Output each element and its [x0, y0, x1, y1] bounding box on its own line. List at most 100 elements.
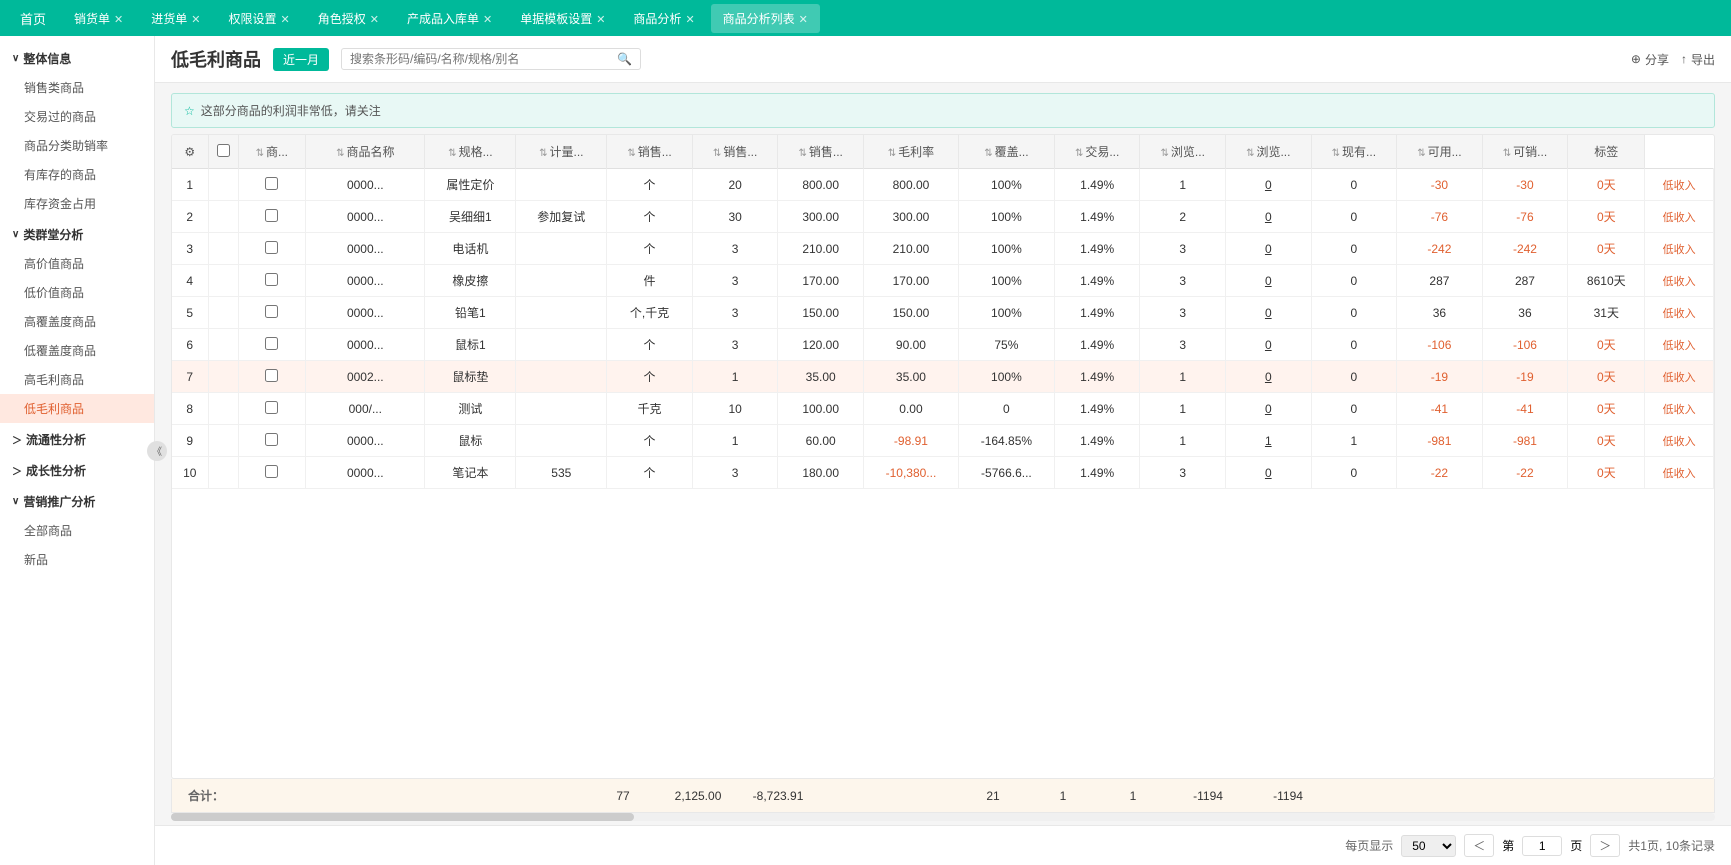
row-checkbox-input[interactable] — [265, 273, 278, 286]
nav-product-entry[interactable]: 产成品入库单✕ — [395, 4, 504, 33]
col-spec[interactable]: ⇅规格... — [425, 135, 516, 169]
row-checkbox[interactable] — [238, 169, 306, 201]
sidebar-item-high-coverage[interactable]: 高覆盖度商品 — [0, 307, 154, 336]
close-role-icon[interactable]: ✕ — [370, 14, 379, 26]
col-gross-margin[interactable]: ⇅毛利率 — [863, 135, 958, 169]
row-checkbox[interactable] — [238, 425, 306, 457]
col-available[interactable]: ⇅可用... — [1397, 135, 1483, 169]
row-checkbox[interactable] — [238, 201, 306, 233]
row-checkbox-input[interactable] — [265, 337, 278, 350]
row-browse1[interactable]: 0 — [1226, 393, 1312, 425]
row-checkbox-input[interactable] — [265, 465, 278, 478]
nav-permission[interactable]: 权限设置✕ — [216, 4, 301, 33]
sidebar-item-high-value[interactable]: 高价值商品 — [0, 249, 154, 278]
page-size-select[interactable]: 50 20 100 — [1401, 835, 1456, 857]
sidebar-item-stock-goods[interactable]: 有库存的商品 — [0, 160, 154, 189]
col-settings[interactable]: ⚙ — [172, 135, 208, 169]
row-checkbox[interactable] — [238, 361, 306, 393]
row-browse1[interactable]: 1 — [1226, 425, 1312, 457]
col-sales-profit[interactable]: ⇅销售... — [778, 135, 864, 169]
sidebar-item-low-value[interactable]: 低价值商品 — [0, 278, 154, 307]
row-browse1[interactable]: 0 — [1226, 201, 1312, 233]
row-settings — [208, 169, 238, 201]
close-template-icon[interactable]: ✕ — [596, 14, 605, 26]
col-unit[interactable]: ⇅计量... — [516, 135, 607, 169]
close-sales-icon[interactable]: ✕ — [114, 14, 123, 26]
col-coverage[interactable]: ⇅覆盖... — [958, 135, 1054, 169]
sidebar-toggle-btn[interactable]: 《 — [147, 441, 167, 461]
row-browse1[interactable]: 0 — [1226, 233, 1312, 265]
sidebar-group-marketing-title[interactable]: ∨ 营销推广分析 — [0, 487, 154, 516]
next-page-btn[interactable]: ＞ — [1590, 834, 1620, 857]
row-tag: 低收入 — [1645, 361, 1714, 393]
row-checkbox[interactable] — [238, 329, 306, 361]
export-btn[interactable]: ↑ 导出 — [1681, 51, 1715, 68]
horizontal-scrollbar[interactable] — [171, 813, 1715, 821]
filter-period-btn[interactable]: 近一月 — [273, 48, 329, 71]
col-checkbox[interactable] — [208, 135, 238, 169]
sidebar-group-circulation-title[interactable]: ＞ 流通性分析 — [0, 425, 154, 454]
col-name[interactable]: ⇅商品名称 — [306, 135, 425, 169]
row-unit: 个,千克 — [607, 297, 693, 329]
row-checkbox-input[interactable] — [265, 177, 278, 190]
sidebar-item-category-rate[interactable]: 商品分类助销率 — [0, 131, 154, 160]
sidebar-item-new-goods[interactable]: 新品 — [0, 545, 154, 574]
row-browse1[interactable]: 0 — [1226, 265, 1312, 297]
sidebar-group-overall-title[interactable]: ∨ 整体信息 — [0, 44, 154, 73]
nav-purchase[interactable]: 进货单✕ — [139, 4, 212, 33]
col-tag[interactable]: 标签 — [1568, 135, 1645, 169]
sidebar-group-growth-title[interactable]: ＞ 成长性分析 — [0, 456, 154, 485]
nav-goods-analysis-list[interactable]: 商品分析列表✕ — [711, 4, 820, 33]
row-checkbox[interactable] — [238, 233, 306, 265]
row-checkbox-input[interactable] — [265, 369, 278, 382]
share-btn[interactable]: ⊕ 分享 — [1631, 51, 1669, 68]
col-sales-amount[interactable]: ⇅销售... — [692, 135, 778, 169]
close-goods-analysis-list-icon[interactable]: ✕ — [799, 14, 808, 26]
close-purchase-icon[interactable]: ✕ — [191, 14, 200, 26]
row-checkbox-input[interactable] — [265, 433, 278, 446]
sidebar-item-stock-funds[interactable]: 库存资金占用 — [0, 189, 154, 218]
col-current[interactable]: ⇅现有... — [1311, 135, 1397, 169]
select-all-checkbox[interactable] — [217, 144, 230, 157]
row-checkbox-input[interactable] — [265, 209, 278, 222]
col-sellable[interactable]: ⇅可销... — [1482, 135, 1568, 169]
close-product-entry-icon[interactable]: ✕ — [483, 14, 492, 26]
table-container[interactable]: ⚙ ⇅商... ⇅商品名称 ⇅规格... ⇅计量... ⇅销售... ⇅销售..… — [171, 134, 1715, 779]
nav-template[interactable]: 单据模板设置✕ — [508, 4, 617, 33]
nav-role[interactable]: 角色授权✕ — [306, 4, 391, 33]
scrollbar-thumb[interactable] — [171, 813, 634, 821]
row-checkbox-input[interactable] — [265, 241, 278, 254]
sidebar-item-all-goods[interactable]: 全部商品 — [0, 516, 154, 545]
sidebar-item-sales-goods[interactable]: 销售类商品 — [0, 73, 154, 102]
close-permission-icon[interactable]: ✕ — [281, 14, 290, 26]
row-browse1[interactable]: 0 — [1226, 297, 1312, 329]
col-browse2[interactable]: ⇅浏览... — [1226, 135, 1312, 169]
col-transaction[interactable]: ⇅交易... — [1054, 135, 1140, 169]
nav-home[interactable]: 首页 — [8, 3, 58, 34]
row-checkbox[interactable] — [238, 297, 306, 329]
row-browse1[interactable]: 0 — [1226, 457, 1312, 489]
prev-page-btn[interactable]: ＜ — [1464, 834, 1494, 857]
row-checkbox[interactable] — [238, 393, 306, 425]
row-browse1[interactable]: 0 — [1226, 329, 1312, 361]
col-browse1[interactable]: ⇅浏览... — [1140, 135, 1226, 169]
row-checkbox[interactable] — [238, 265, 306, 297]
row-browse1[interactable]: 0 — [1226, 361, 1312, 393]
col-code[interactable]: ⇅商... — [238, 135, 306, 169]
search-icon[interactable]: 🔍 — [617, 52, 632, 66]
close-goods-analysis-icon[interactable]: ✕ — [685, 14, 694, 26]
nav-goods-analysis[interactable]: 商品分析✕ — [621, 4, 706, 33]
row-checkbox-input[interactable] — [265, 305, 278, 318]
page-num-input[interactable] — [1522, 836, 1562, 856]
sidebar-item-low-margin[interactable]: 低毛利商品 — [0, 394, 154, 423]
nav-sales[interactable]: 销货单✕ — [62, 4, 135, 33]
sidebar-item-high-margin[interactable]: 高毛利商品 — [0, 365, 154, 394]
search-input[interactable] — [350, 52, 613, 66]
col-sales-count[interactable]: ⇅销售... — [607, 135, 693, 169]
sidebar-item-traded-goods[interactable]: 交易过的商品 — [0, 102, 154, 131]
row-checkbox-input[interactable] — [265, 401, 278, 414]
row-checkbox[interactable] — [238, 457, 306, 489]
row-browse1[interactable]: 0 — [1226, 169, 1312, 201]
sidebar-group-cluster-title[interactable]: ∨ 类群堂分析 — [0, 220, 154, 249]
sidebar-item-low-coverage[interactable]: 低覆盖度商品 — [0, 336, 154, 365]
